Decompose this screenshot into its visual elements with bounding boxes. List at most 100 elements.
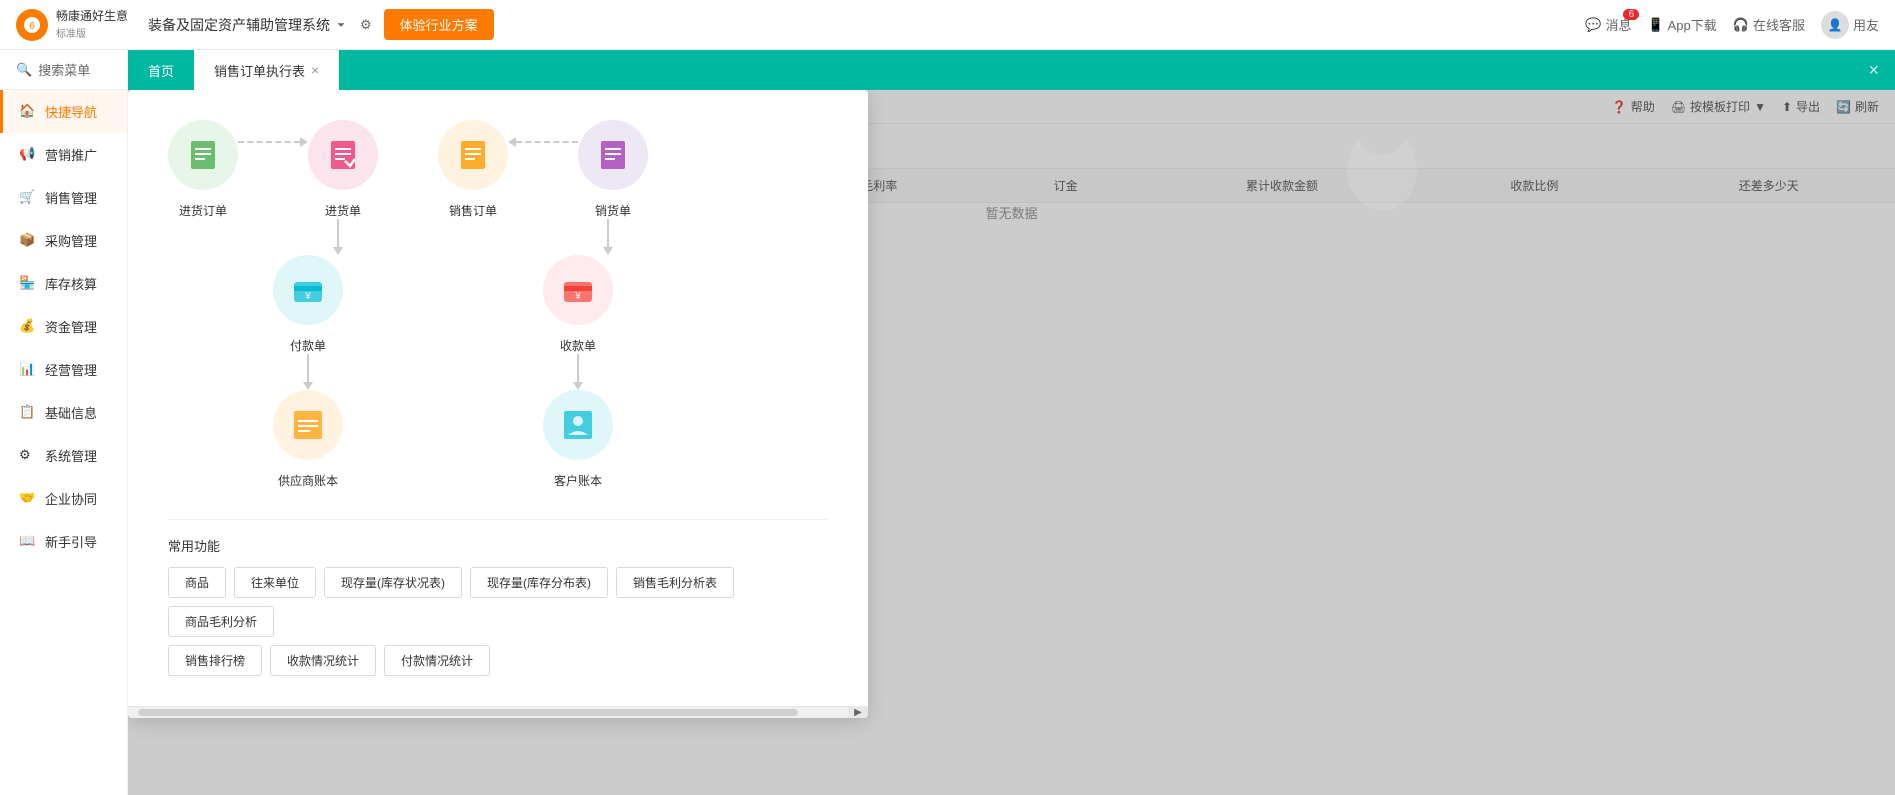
sales-order-circle[interactable] <box>438 120 508 190</box>
tab-sales-order[interactable]: 销售订单执行表 × <box>194 50 339 90</box>
svg-text:¥: ¥ <box>304 291 311 302</box>
sales-arrow <box>508 137 578 203</box>
customer-account-node[interactable]: 客户账本 <box>543 390 613 489</box>
purchase-icon: 📦 <box>19 232 37 250</box>
app-download-button[interactable]: 📱 App下载 <box>1647 15 1716 34</box>
app-download-label: App下载 <box>1668 15 1717 34</box>
supplier-account-label: 供应商账本 <box>278 472 338 489</box>
logo-text-block: 畅康通好生意 标准版 <box>56 9 128 40</box>
sidebar-item-basic-info[interactable]: 📋 基础信息 <box>0 391 127 434</box>
search-menu-icon: 🔍 <box>16 62 32 78</box>
payment-circle[interactable]: ¥ <box>273 255 343 325</box>
sidebar-item-quick-guide[interactable]: 🏠 快捷导航 <box>0 90 127 133</box>
sidebar-item-purchase[interactable]: 📦 采购管理 <box>0 219 127 262</box>
arrow-head-down4-icon <box>573 382 583 390</box>
trial-button[interactable]: 体验行业方案 <box>384 9 494 40</box>
sales-down-arrow <box>438 219 648 255</box>
sales-order-flow-label: 销售订单 <box>449 202 497 219</box>
sidebar-item-newbie[interactable]: 📖 新手引导 <box>0 520 127 563</box>
func-btn-partners[interactable]: 往来单位 <box>234 567 316 598</box>
func-btn-sales-margin[interactable]: 销售毛利分析表 <box>616 567 734 598</box>
arrow-head-down3-icon <box>603 247 613 255</box>
func-btn-receipt-stats[interactable]: 收款情况统计 <box>270 645 376 676</box>
func-btn-payment-stats[interactable]: 付款情况统计 <box>384 645 490 676</box>
sidebar-item-label-marketing: 营销推广 <box>45 145 97 164</box>
message-icon: 💬 <box>1585 17 1601 33</box>
tab-home-label: 首页 <box>148 61 174 80</box>
customer-account-circle[interactable] <box>543 390 613 460</box>
basic-info-icon: 📋 <box>19 404 37 422</box>
tab-home[interactable]: 首页 <box>128 50 194 90</box>
sales-flow: 销售订单 <box>438 120 648 489</box>
payment-node[interactable]: ¥ 付款单 <box>273 255 343 354</box>
settings-icon[interactable]: ⚙ <box>360 17 372 33</box>
modal-scrollbar-right[interactable]: ▶ <box>848 707 868 718</box>
search-menu[interactable]: 🔍 搜索菜单 <box>0 50 127 90</box>
sidebar-item-inventory[interactable]: 🏪 库存核算 <box>0 262 127 305</box>
purchase-flow: 进货订单 <box>168 120 378 489</box>
svg-text:¥: ¥ <box>574 291 581 302</box>
sidebar-item-cooperation[interactable]: 🤝 企业协同 <box>0 477 127 520</box>
sidebar-item-label-purchase: 采购管理 <box>45 231 97 250</box>
v-line-icon <box>337 219 339 247</box>
purchase-bill-node[interactable]: 进货单 <box>308 120 378 219</box>
receipt-circle[interactable]: ¥ <box>543 255 613 325</box>
modal-right-area <box>868 90 1895 210</box>
user-area[interactable]: 👤 用友 <box>1821 11 1879 39</box>
dropdown-arrow-icon <box>334 18 348 32</box>
newbie-icon: 📖 <box>19 533 37 551</box>
purchase-order-node[interactable]: 进货订单 <box>168 120 238 219</box>
sidebar-item-label-basic-info: 基础信息 <box>45 403 97 422</box>
message-button[interactable]: 💬 消息 6 <box>1585 15 1631 34</box>
sidebar-item-label-sales: 销售管理 <box>45 188 97 207</box>
online-service-label: 在线客服 <box>1753 15 1805 34</box>
modal-scrollbar[interactable]: ▶ <box>128 706 868 718</box>
user-name: 用友 <box>1853 15 1879 34</box>
logo-sub: 标准版 <box>56 25 128 40</box>
sales-bill-node[interactable]: 销货单 <box>578 120 648 219</box>
func-btn-stock-status[interactable]: 现存量(库存状况表) <box>324 567 462 598</box>
receipt-icon: ¥ <box>560 272 596 308</box>
window-close-icon[interactable]: × <box>1852 50 1895 90</box>
supplier-account-node[interactable]: 供应商账本 <box>273 390 343 489</box>
svg-text:6: 6 <box>29 21 35 32</box>
receipt-down-arrow <box>573 354 583 390</box>
system-title: 装备及固定资产辅助管理系统 <box>148 15 330 35</box>
supplier-account-circle[interactable] <box>273 390 343 460</box>
arrow-head-icon <box>300 137 308 147</box>
purchase-bill-circle[interactable] <box>308 120 378 190</box>
sidebar-item-system[interactable]: ⚙ 系统管理 <box>0 434 127 477</box>
sales-order-flow-node[interactable]: 销售订单 <box>438 120 508 219</box>
sidebar-item-operations[interactable]: 📊 经营管理 <box>0 348 127 391</box>
tab-close-icon[interactable]: × <box>311 62 319 78</box>
top-bar: 6 畅康通好生意 标准版 装备及固定资产辅助管理系统 ⚙ 体验行业方案 💬 消息… <box>0 0 1895 50</box>
sales-order-icon <box>455 137 491 173</box>
purchase-row: 进货订单 <box>168 120 378 219</box>
sidebar-item-label-quick-guide: 快捷导航 <box>45 102 97 121</box>
func-buttons-row1: 商品 往来单位 现存量(库存状况表) 现存量(库存分布表) 销售毛利分析表 商品… <box>168 567 828 637</box>
sales-bill-circle[interactable] <box>578 120 648 190</box>
v-line4-icon <box>577 354 579 382</box>
user-avatar: 👤 <box>1821 11 1849 39</box>
sidebar-item-marketing[interactable]: 📢 营销推广 <box>0 133 127 176</box>
modal-overlay[interactable]: 进货订单 <box>128 90 1895 795</box>
marketing-icon: 📢 <box>19 146 37 164</box>
system-title-dropdown[interactable]: 装备及固定资产辅助管理系统 <box>148 15 348 35</box>
quick-guide-content: 进货订单 <box>128 90 868 706</box>
online-service-button[interactable]: 🎧 在线客服 <box>1733 15 1805 34</box>
purchase-order-circle[interactable] <box>168 120 238 190</box>
logo-area: 6 畅康通好生意 标准版 <box>16 9 136 41</box>
cooperation-icon: 🤝 <box>19 490 37 508</box>
sidebar-item-sales[interactable]: 🛒 销售管理 <box>0 176 127 219</box>
func-btn-stock-dist[interactable]: 现存量(库存分布表) <box>470 567 608 598</box>
func-btn-sales-rank[interactable]: 销售排行榜 <box>168 645 262 676</box>
quick-guide-icon: 🏠 <box>19 103 37 121</box>
purchase-arrow <box>238 137 308 203</box>
service-icon: 🎧 <box>1733 17 1749 33</box>
app-wrapper: 6 畅康通好生意 标准版 装备及固定资产辅助管理系统 ⚙ 体验行业方案 💬 消息… <box>0 0 1895 795</box>
sidebar-item-finance[interactable]: 💰 资金管理 <box>0 305 127 348</box>
func-btn-product[interactable]: 商品 <box>168 567 226 598</box>
download-icon: 📱 <box>1647 17 1663 33</box>
receipt-node[interactable]: ¥ 收款单 <box>543 255 613 354</box>
func-btn-product-margin[interactable]: 商品毛利分析 <box>168 606 274 637</box>
